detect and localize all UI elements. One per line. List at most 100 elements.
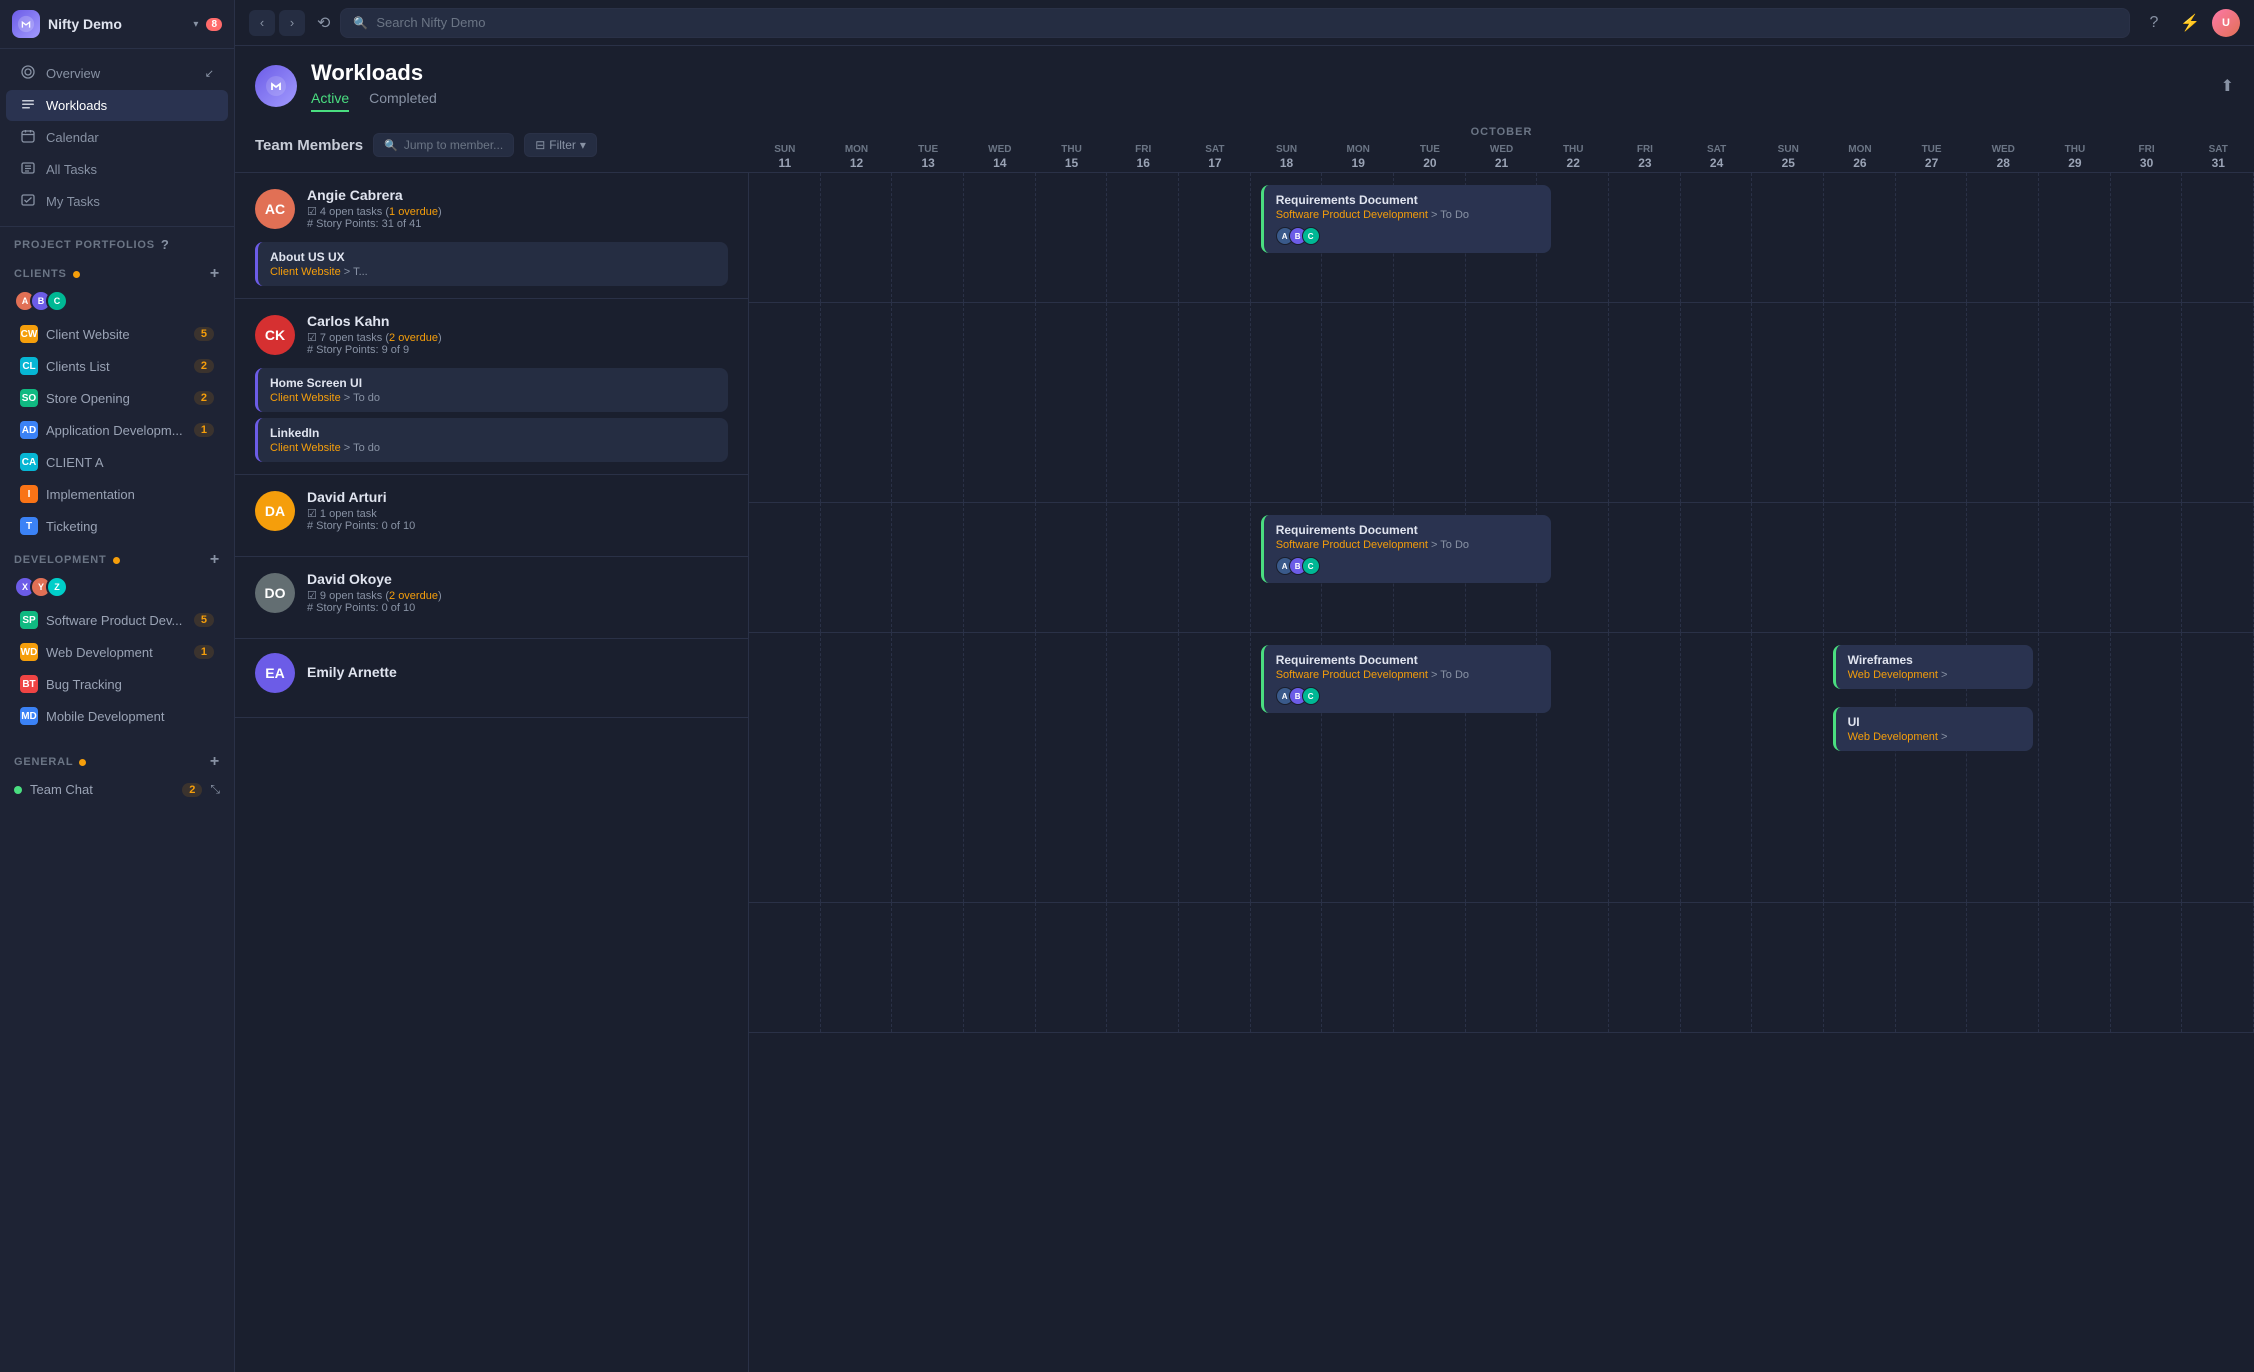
- back-button[interactable]: ‹: [249, 10, 275, 36]
- member-tasks: [235, 538, 748, 556]
- task-avatars: A B C: [1276, 227, 1539, 245]
- help-icon[interactable]: ?: [2140, 9, 2168, 37]
- jump-to-member-input[interactable]: 🔍 Jump to member...: [373, 133, 514, 157]
- task-title: About US UX: [270, 250, 716, 264]
- search-bar[interactable]: 🔍 Search Nifty Demo: [340, 8, 2130, 38]
- task-avatars: A B C: [1276, 557, 1539, 575]
- team-chat-badge: 2: [182, 783, 202, 797]
- left-task-card[interactable]: LinkedIn Client Website > To do: [255, 418, 728, 462]
- day-columns: SUN11MON12TUE13WED14THU15FRI16SAT17SUN18…: [749, 142, 2254, 172]
- day-column: SUN18: [1251, 142, 1323, 172]
- sidebar-item-overview[interactable]: Overview ↙: [6, 58, 228, 89]
- history-button[interactable]: ⟲: [317, 13, 330, 33]
- left-task-card[interactable]: About US UX Client Website > T...: [255, 242, 728, 286]
- project-item-bug-tracking[interactable]: BT Bug Tracking: [6, 669, 228, 699]
- project-item-software-dev[interactable]: SP Software Product Dev... 5: [6, 605, 228, 635]
- mobile-dev-name: Mobile Development: [46, 709, 214, 724]
- project-item-client-website[interactable]: CW Client Website 5: [6, 319, 228, 349]
- timeline-task-card[interactable]: Wireframes Web Development >: [1833, 645, 2033, 689]
- project-item-store-opening[interactable]: SO Store Opening 2: [6, 383, 228, 413]
- sidebar-item-calendar[interactable]: Calendar: [6, 122, 228, 153]
- project-item-web-dev[interactable]: WD Web Development 1: [6, 637, 228, 667]
- my-tasks-label: My Tasks: [46, 194, 100, 209]
- mobile-dev-icon: MD: [20, 707, 38, 725]
- day-column: SAT17: [1179, 142, 1251, 172]
- workload-container: Team Members 🔍 Jump to member... ⊟ Filte…: [235, 112, 2254, 1372]
- task-project: Client Website > To do: [270, 392, 716, 404]
- member-info: DO David Okoye ☑ 9 open tasks (2 overdue…: [235, 557, 748, 620]
- day-column: TUE13: [892, 142, 964, 172]
- timeline-member-row: [749, 303, 2254, 503]
- team-chat-expand-icon: ⤡: [210, 782, 220, 797]
- timeline-task-card[interactable]: Requirements Document Software Product D…: [1261, 515, 1551, 583]
- tab-active[interactable]: Active: [311, 90, 349, 112]
- day-column: FRI30: [2111, 142, 2183, 172]
- timeline-task-title: Requirements Document: [1276, 653, 1539, 667]
- store-opening-name: Store Opening: [46, 391, 186, 406]
- project-item-app-dev[interactable]: AD Application Developm... 1: [6, 415, 228, 445]
- task-avatar: C: [1302, 227, 1320, 245]
- day-column: SUN11: [749, 142, 821, 172]
- notification-badge: 8: [206, 18, 222, 31]
- client-a-icon: CA: [20, 453, 38, 471]
- overview-label: Overview: [46, 66, 100, 81]
- development-add-button[interactable]: +: [210, 552, 220, 568]
- general-add-button[interactable]: +: [210, 754, 220, 770]
- project-portfolios-header: PROJECT PORTFOLIOS ?: [0, 227, 234, 256]
- general-section-header: GENERAL +: [0, 744, 234, 774]
- project-item-implementation[interactable]: I Implementation: [6, 479, 228, 509]
- sidebar-item-workloads[interactable]: Workloads: [6, 90, 228, 121]
- day-column: SAT24: [1681, 142, 1753, 172]
- member-row: CK Carlos Kahn ☑ 7 open tasks (2 overdue…: [235, 299, 748, 475]
- timeline-task-project: Software Product Development > To Do: [1276, 209, 1539, 221]
- general-status-dot: [79, 759, 86, 766]
- user-avatar[interactable]: U: [2212, 9, 2240, 37]
- jump-search-icon: 🔍: [384, 139, 398, 152]
- sidebar-item-my-tasks[interactable]: My Tasks: [6, 186, 228, 217]
- project-item-client-a[interactable]: CA CLIENT A: [6, 447, 228, 477]
- team-chat-status-dot: [14, 786, 22, 794]
- main-area: ‹ › ⟲ 🔍 Search Nifty Demo ? ⚡ U Workload…: [235, 0, 2254, 1372]
- member-info: DA David Arturi ☑ 1 open task # Story Po…: [235, 475, 748, 538]
- member-row: DO David Okoye ☑ 9 open tasks (2 overdue…: [235, 557, 748, 639]
- software-dev-badge: 5: [194, 613, 214, 627]
- member-row: EA Emily Arnette: [235, 639, 748, 718]
- day-column: THU22: [1537, 142, 1609, 172]
- share-button[interactable]: ⬆: [2221, 76, 2234, 96]
- member-stats: ☑ 4 open tasks (1 overdue) # Story Point…: [307, 205, 442, 230]
- member-name: Carlos Kahn: [307, 313, 442, 329]
- page-header-actions: ⬆: [2221, 76, 2234, 96]
- calendar-header: OCTOBER SUN11MON12TUE13WED14THU15FRI16SA…: [749, 126, 2254, 173]
- sidebar-header[interactable]: Nifty Demo ▾ 8: [0, 0, 234, 49]
- sidebar-item-all-tasks[interactable]: All Tasks: [6, 154, 228, 185]
- clients-section-header: CLIENTS +: [0, 256, 234, 286]
- project-item-ticketing[interactable]: T Ticketing: [6, 511, 228, 541]
- store-opening-icon: SO: [20, 389, 38, 407]
- filter-button[interactable]: ⊟ Filter ▾: [524, 133, 597, 157]
- clients-add-button[interactable]: +: [210, 266, 220, 282]
- project-portfolios-help-icon: ?: [161, 237, 170, 252]
- members-panel-header: Team Members 🔍 Jump to member... ⊟ Filte…: [235, 126, 749, 173]
- timeline-task-card[interactable]: Requirements Document Software Product D…: [1261, 185, 1551, 253]
- timeline-task-card[interactable]: Requirements Document Software Product D…: [1261, 645, 1551, 713]
- bug-tracking-icon: BT: [20, 675, 38, 693]
- tab-completed[interactable]: Completed: [369, 90, 437, 112]
- clients-list-name: Clients List: [46, 359, 186, 374]
- lightning-icon[interactable]: ⚡: [2176, 9, 2204, 37]
- forward-button[interactable]: ›: [279, 10, 305, 36]
- member-stats: ☑ 1 open task # Story Points: 0 of 10: [307, 507, 415, 532]
- clients-avatar-group: A B C: [0, 286, 234, 318]
- timeline-task-project: Web Development >: [1848, 669, 2021, 681]
- clients-label: CLIENTS: [14, 268, 67, 280]
- day-column: TUE27: [1896, 142, 1968, 172]
- left-task-card[interactable]: Home Screen UI Client Website > To do: [255, 368, 728, 412]
- timeline-task-card[interactable]: UI Web Development >: [1833, 707, 2033, 751]
- overview-icon: [20, 65, 36, 82]
- day-column: MON19: [1322, 142, 1394, 172]
- workloads-label: Workloads: [46, 98, 107, 113]
- project-item-mobile-dev[interactable]: MD Mobile Development: [6, 701, 228, 731]
- search-placeholder: Search Nifty Demo: [376, 15, 485, 30]
- day-column: WED28: [1967, 142, 2039, 172]
- team-chat-item[interactable]: Team Chat 2 ⤡: [0, 774, 234, 805]
- project-item-clients-list[interactable]: CL Clients List 2: [6, 351, 228, 381]
